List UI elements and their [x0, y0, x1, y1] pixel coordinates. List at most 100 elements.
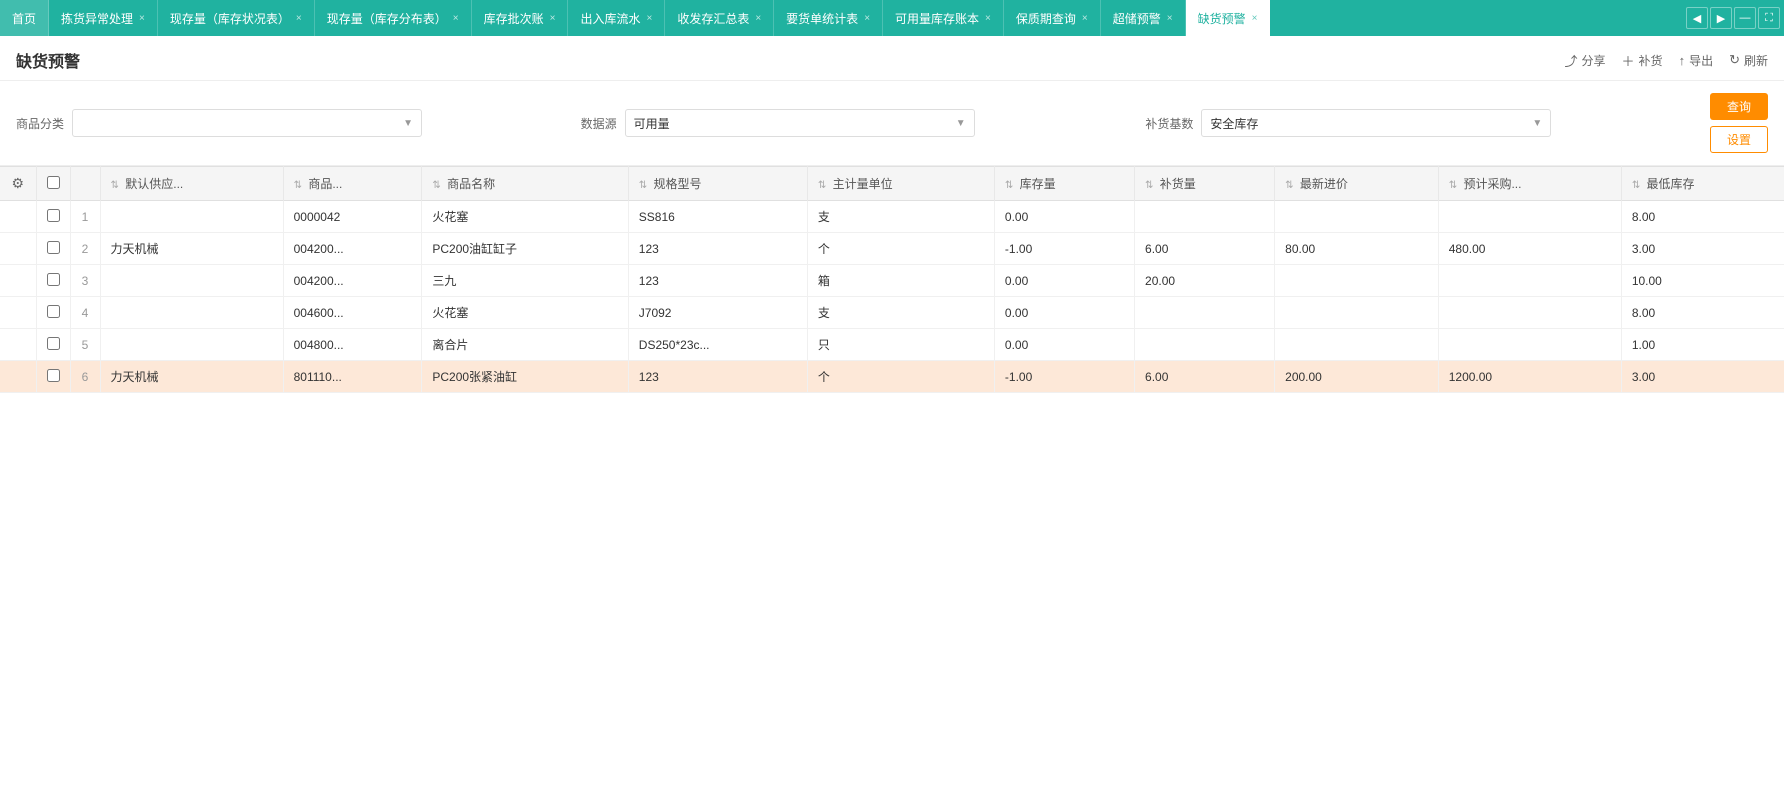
row-latest-price — [1275, 329, 1439, 361]
sort-arrows-unit: ⇅ — [818, 180, 826, 191]
row-checkbox-cell[interactable] — [36, 201, 70, 233]
col-stock-qty[interactable]: ⇅ 库存量 — [994, 167, 1134, 201]
col-unit[interactable]: ⇅ 主计量单位 — [807, 167, 994, 201]
tab-scroll-prev[interactable]: ◀ — [1686, 7, 1708, 29]
row-min-stock: 8.00 — [1621, 297, 1784, 329]
col-est-purchase[interactable]: ⇅ 预计采购... — [1438, 167, 1621, 201]
row-spec-model: SS816 — [628, 201, 807, 233]
close-tab-batch-account[interactable]: × — [550, 13, 556, 24]
row-product-name: 离合片 — [422, 329, 628, 361]
row-gear-cell — [0, 297, 36, 329]
tab-home[interactable]: 首页 — [0, 0, 49, 36]
replenish-base-select[interactable]: 安全库存 ▼ — [1201, 109, 1551, 137]
replenish-button[interactable]: ＋ 补货 — [1622, 51, 1663, 70]
datasource-select[interactable]: 可用量 ▼ — [625, 109, 975, 137]
row-est-purchase — [1438, 265, 1621, 297]
row-replenish-qty: 6.00 — [1135, 361, 1275, 393]
table-row: 5 004800... 离合片 DS250*23c... 只 0.00 1.00 — [0, 329, 1784, 361]
tab-batch-account[interactable]: 库存批次账 × — [472, 0, 569, 36]
row-checkbox-3[interactable] — [47, 273, 60, 286]
col-min-stock[interactable]: ⇅ 最低库存 — [1621, 167, 1784, 201]
row-checkbox-4[interactable] — [47, 305, 60, 318]
row-supplier — [100, 329, 283, 361]
setting-button[interactable]: 设置 — [1710, 126, 1768, 153]
replenish-base-filter-group: 补货基数 安全库存 ▼ — [1145, 109, 1690, 137]
tab-inventory-dist[interactable]: 现存量（库存分布表） × — [315, 0, 472, 36]
table-row: 4 004600... 火花塞 J7092 支 0.00 8.00 — [0, 297, 1784, 329]
tab-order-stats[interactable]: 要货单统计表 × — [774, 0, 883, 36]
row-latest-price — [1275, 265, 1439, 297]
tab-overstock-warning[interactable]: 超储预警 × — [1101, 0, 1186, 36]
col-spec-model[interactable]: ⇅ 规格型号 — [628, 167, 807, 201]
table-row: 6 力天机械 801110... PC200张紧油缸 123 个 -1.00 6… — [0, 361, 1784, 393]
datasource-filter-group: 数据源 可用量 ▼ — [581, 109, 1126, 137]
row-checkbox-2[interactable] — [47, 241, 60, 254]
row-checkbox-cell[interactable] — [36, 233, 70, 265]
close-tab-expiry-query[interactable]: × — [1082, 13, 1088, 24]
row-min-stock: 3.00 — [1621, 361, 1784, 393]
row-latest-price — [1275, 297, 1439, 329]
col-default-supplier[interactable]: ⇅ 默认供应... — [100, 167, 283, 201]
gear-icon-button[interactable]: ⚙ — [11, 175, 24, 192]
filter-row: 商品分类 ▼ 数据源 可用量 ▼ 补货基数 安全库存 ▼ 查询 设置 — [0, 81, 1784, 166]
row-checkbox-cell[interactable] — [36, 361, 70, 393]
row-stock-qty: -1.00 — [994, 233, 1134, 265]
tab-defect-handling[interactable]: 拣货异常处理 × — [49, 0, 158, 36]
row-checkbox-6[interactable] — [47, 369, 60, 382]
tab-expiry-query[interactable]: 保质期查询 × — [1004, 0, 1101, 36]
tab-recv-summary[interactable]: 收发存汇总表 × — [665, 0, 774, 36]
row-min-stock: 10.00 — [1621, 265, 1784, 297]
row-checkbox-cell[interactable] — [36, 265, 70, 297]
export-button[interactable]: ↑ 导出 — [1679, 52, 1714, 69]
close-tab-overstock-warning[interactable]: × — [1167, 13, 1173, 24]
col-product-name[interactable]: ⇅ 商品名称 — [422, 167, 628, 201]
sort-arrows-name: ⇅ — [432, 180, 440, 191]
col-replenish-qty[interactable]: ⇅ 补货量 — [1135, 167, 1275, 201]
tab-in-out-flow[interactable]: 出入库流水 × — [568, 0, 665, 36]
sort-arrows-est: ⇅ — [1449, 180, 1457, 191]
tab-bar: 首页 拣货异常处理 × 现存量（库存状况表） × 现存量（库存分布表） × 库存… — [0, 0, 1784, 36]
query-button[interactable]: 查询 — [1710, 93, 1768, 120]
share-button[interactable]: ⤴ 分享 — [1565, 51, 1606, 70]
row-checkbox-cell[interactable] — [36, 329, 70, 361]
row-checkbox-cell[interactable] — [36, 297, 70, 329]
tab-minimize[interactable]: — — [1734, 7, 1756, 29]
refresh-button[interactable]: ↻ 刷新 — [1729, 52, 1768, 69]
close-tab-shortage-warning[interactable]: × — [1252, 13, 1258, 24]
tab-maximize[interactable]: ⛶ — [1758, 7, 1780, 29]
col-latest-price[interactable]: ⇅ 最新进价 — [1275, 167, 1439, 201]
row-product-name: PC200油缸缸子 — [422, 233, 628, 265]
row-unit: 只 — [807, 329, 994, 361]
sort-arrows-code: ⇅ — [294, 180, 302, 191]
category-select[interactable]: ▼ — [72, 109, 422, 137]
close-tab-inventory-dist[interactable]: × — [453, 13, 459, 24]
row-product-name: 火花塞 — [422, 297, 628, 329]
share-icon: ⤴ — [1565, 51, 1578, 70]
tab-scroll-next[interactable]: ▶ — [1710, 7, 1732, 29]
row-stock-qty: 0.00 — [994, 329, 1134, 361]
col-product-code[interactable]: ⇅ 商品... — [283, 167, 422, 201]
filter-action-buttons: 查询 设置 — [1710, 93, 1768, 153]
table-row: 3 004200... 三九 123 箱 0.00 20.00 10.00 — [0, 265, 1784, 297]
close-tab-in-out-flow[interactable]: × — [646, 13, 652, 24]
row-stock-qty: 0.00 — [994, 201, 1134, 233]
category-filter-group: 商品分类 ▼ — [16, 109, 561, 137]
close-tab-defect-handling[interactable]: × — [139, 13, 145, 24]
tab-available-ledger[interactable]: 可用量库存账本 × — [883, 0, 1004, 36]
row-gear-cell — [0, 201, 36, 233]
close-tab-inventory-status[interactable]: × — [296, 13, 302, 24]
close-tab-order-stats[interactable]: × — [864, 13, 870, 24]
row-product-code: 0000042 — [283, 201, 422, 233]
replenish-base-select-value: 安全库存 — [1210, 115, 1258, 132]
row-checkbox-5[interactable] — [47, 337, 60, 350]
row-product-code: 004800... — [283, 329, 422, 361]
tab-shortage-warning[interactable]: 缺货预警 × — [1186, 0, 1271, 36]
row-stock-qty: 0.00 — [994, 265, 1134, 297]
close-tab-available-ledger[interactable]: × — [985, 13, 991, 24]
row-unit: 个 — [807, 361, 994, 393]
tab-inventory-status[interactable]: 现存量（库存状况表） × — [158, 0, 315, 36]
select-all-checkbox[interactable] — [47, 176, 60, 189]
close-tab-recv-summary[interactable]: × — [755, 13, 761, 24]
row-checkbox-1[interactable] — [47, 209, 60, 222]
row-min-stock: 8.00 — [1621, 201, 1784, 233]
